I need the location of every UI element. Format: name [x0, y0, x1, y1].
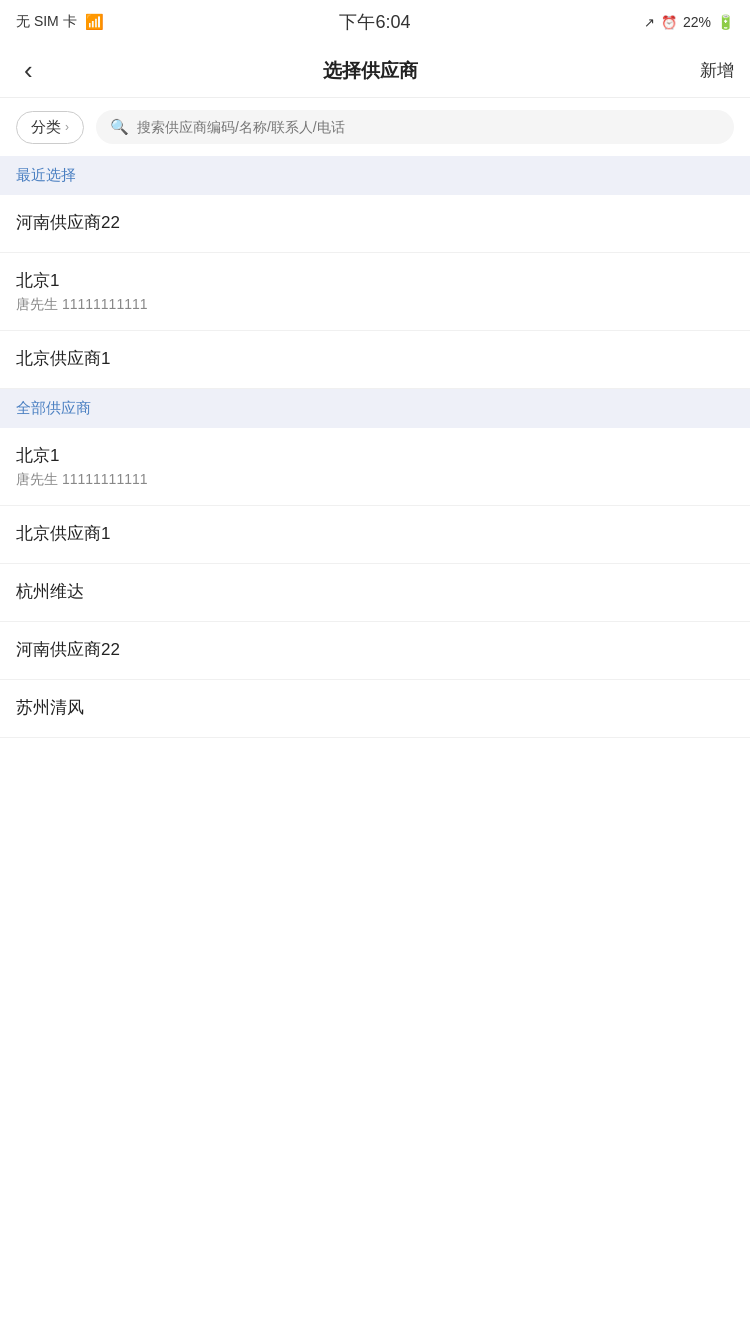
list-item[interactable]: 北京供应商1 — [0, 506, 750, 564]
add-button[interactable]: 新增 — [700, 59, 734, 82]
sim-text: 无 SIM 卡 — [16, 13, 77, 31]
alarm-icon: ⏰ — [661, 15, 677, 30]
list-item[interactable]: 河南供应商22 — [0, 195, 750, 253]
filter-bar: 分类 › 🔍 — [0, 98, 750, 156]
list-item[interactable]: 北京1 唐先生 11111111111 — [0, 253, 750, 331]
chevron-right-icon: › — [65, 120, 69, 134]
item-name: 苏州清风 — [16, 696, 734, 719]
battery-icon: 🔋 — [717, 14, 734, 30]
status-bar: 无 SIM 卡 📶 下午6:04 ↗ ⏰ 22% 🔋 — [0, 0, 750, 44]
category-button[interactable]: 分类 › — [16, 111, 84, 144]
item-name: 北京1 — [16, 444, 734, 467]
item-name: 北京1 — [16, 269, 734, 292]
list-item[interactable]: 杭州维达 — [0, 564, 750, 622]
search-icon: 🔍 — [110, 118, 129, 136]
battery-text: 22% — [683, 14, 711, 30]
back-button[interactable]: ‹ — [16, 47, 41, 94]
item-name: 河南供应商22 — [16, 211, 734, 234]
item-sub: 唐先生 11111111111 — [16, 296, 734, 314]
wifi-icon: 📶 — [85, 13, 104, 31]
list-item[interactable]: 北京供应商1 — [0, 331, 750, 389]
item-name: 北京供应商1 — [16, 522, 734, 545]
search-box: 🔍 — [96, 110, 734, 144]
recent-list: 河南供应商22 北京1 唐先生 11111111111 北京供应商1 — [0, 195, 750, 389]
nav-bar: ‹ 选择供应商 新增 — [0, 44, 750, 98]
item-name: 河南供应商22 — [16, 638, 734, 661]
status-right: ↗ ⏰ 22% 🔋 — [644, 14, 734, 30]
item-sub: 唐先生 11111111111 — [16, 471, 734, 489]
list-item[interactable]: 苏州清风 — [0, 680, 750, 738]
status-time: 下午6:04 — [339, 10, 410, 34]
item-name: 杭州维达 — [16, 580, 734, 603]
status-left: 无 SIM 卡 📶 — [16, 13, 104, 31]
category-label: 分类 — [31, 118, 61, 137]
list-item[interactable]: 河南供应商22 — [0, 622, 750, 680]
recent-section-header: 最近选择 — [0, 156, 750, 195]
item-name: 北京供应商1 — [16, 347, 734, 370]
search-input[interactable] — [137, 119, 720, 135]
location-icon: ↗ — [644, 15, 655, 30]
all-list: 北京1 唐先生 11111111111 北京供应商1 杭州维达河南供应商22 苏州清风 — [0, 428, 750, 738]
all-section-header: 全部供应商 — [0, 389, 750, 428]
list-item[interactable]: 北京1 唐先生 11111111111 — [0, 428, 750, 506]
page-title: 选择供应商 — [323, 58, 418, 84]
